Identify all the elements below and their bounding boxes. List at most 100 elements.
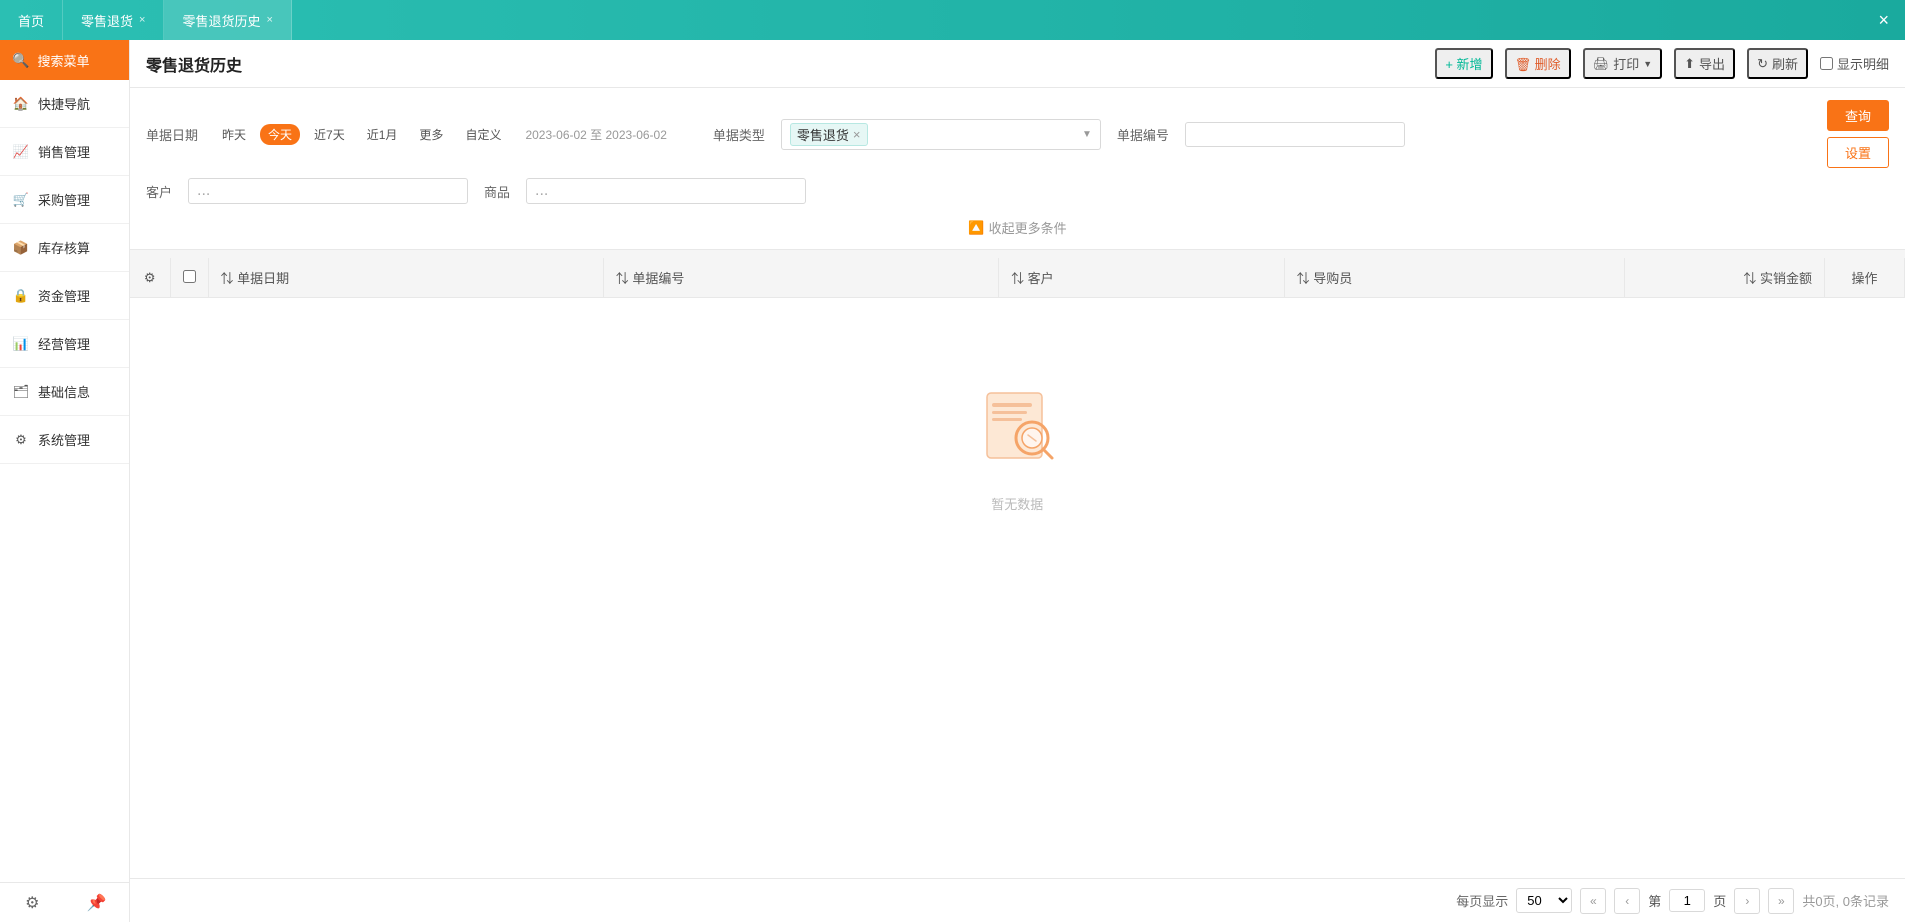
show-detail-input[interactable]: [1820, 57, 1833, 70]
collapse-label: 收起更多条件: [989, 218, 1067, 237]
pagination-bar: 每页显示 10 20 50 100 « ‹ 第 页 › » 共0页, 0条记录: [130, 878, 1905, 922]
search-icon: 🔍: [12, 52, 29, 69]
date-more[interactable]: 更多: [411, 124, 451, 145]
empty-state-cell: 暂无数据: [130, 298, 1905, 594]
goods-input[interactable]: ...: [526, 178, 806, 204]
select-all-checkbox[interactable]: [183, 270, 196, 283]
print-arrow: ▼: [1643, 59, 1652, 69]
page-next-button[interactable]: ›: [1734, 888, 1760, 914]
doc-type-arrow-icon: ▼: [1082, 129, 1092, 140]
customer-label: 客户: [146, 182, 172, 201]
per-page-label: 每页显示: [1456, 891, 1508, 910]
total-info: 共0页, 0条记录: [1802, 891, 1889, 910]
tab-retail-return[interactable]: 零售退货 ×: [63, 0, 164, 40]
export-button[interactable]: ⬆ 导出: [1674, 48, 1735, 79]
page-prev-button[interactable]: ‹: [1614, 888, 1640, 914]
sidebar-item-purchase-label: 采购管理: [38, 190, 90, 209]
sidebar-item-inventory-label: 库存核算: [38, 238, 90, 257]
page-first-button[interactable]: «: [1580, 888, 1606, 914]
tab-retail-return-history[interactable]: 零售退货历史 ×: [164, 0, 291, 40]
sidebar: 🔍 搜索菜单 🏠 快捷导航 📈 销售管理 🛒 采购管理 📦 库存核算 🔒 资金管…: [0, 40, 130, 922]
th-actions-label: 操作: [1851, 271, 1877, 286]
delete-button[interactable]: 🗑 删除: [1505, 48, 1571, 79]
new-button[interactable]: + 新增: [1435, 48, 1492, 79]
sidebar-item-system[interactable]: ⚙ 系统管理: [0, 416, 129, 464]
th-docno[interactable]: ⇅ 单据编号: [603, 258, 998, 298]
date-range-display: 2023-06-02 至 2023-06-02: [525, 126, 666, 143]
th-guide[interactable]: ⇅ 导购员: [1284, 258, 1624, 298]
th-checkbox[interactable]: [170, 258, 208, 298]
tab-home[interactable]: 首页: [0, 0, 63, 40]
filter-row-2: 客户 ... 商品 ...: [146, 178, 1889, 204]
th-customer[interactable]: ⇅ 客户: [999, 258, 1285, 298]
per-page-select[interactable]: 10 20 50 100: [1516, 888, 1572, 913]
sidebar-item-sales-label: 销售管理: [38, 142, 90, 161]
th-settings[interactable]: ⚙: [130, 258, 170, 298]
sidebar-search[interactable]: 🔍 搜索菜单: [0, 40, 129, 80]
page-header: 零售退货历史 + 新增 🗑 删除 🖨 打印 ▼ ⬆ 导出 ↻ 刷新: [130, 40, 1905, 88]
tab-retail-return-history-close[interactable]: ×: [266, 14, 272, 26]
basic-icon: 🗂: [12, 383, 30, 401]
sidebar-item-quicknav-label: 快捷导航: [38, 94, 90, 113]
settings-button[interactable]: 设置: [1827, 137, 1889, 168]
window-close-button[interactable]: ×: [1862, 0, 1905, 40]
doc-no-label: 单据编号: [1117, 125, 1169, 144]
doc-type-input[interactable]: 零售退货 × ▼: [781, 119, 1101, 150]
empty-illustration: [967, 378, 1067, 478]
th-amount[interactable]: ⇅ 实销金额: [1625, 258, 1825, 298]
date-1month[interactable]: 近1月: [359, 124, 406, 145]
tab-retail-return-label: 零售退货: [81, 11, 133, 30]
filter-area: 单据日期 昨天 今天 近7天 近1月 更多 自定义 2023-06-02 至 2…: [130, 88, 1905, 250]
sidebar-item-finance[interactable]: 🔒 资金管理: [0, 272, 129, 320]
sidebar-gear-button[interactable]: ⚙: [0, 883, 65, 922]
sidebar-item-basic[interactable]: 🗂 基础信息: [0, 368, 129, 416]
date-filter-label: 单据日期: [146, 125, 198, 144]
doc-type-tag-remove[interactable]: ×: [853, 127, 861, 142]
date-7days[interactable]: 近7天: [306, 124, 353, 145]
th-actions: 操作: [1825, 258, 1905, 298]
sidebar-pin-button[interactable]: 📌: [65, 883, 130, 922]
export-label: 导出: [1699, 54, 1725, 73]
table-header-row: ⚙ ⇅ 单据日期 ⇅ 单据编号 ⇅ 客户 ⇅ 导购员 ⇅ 实销金额 操作: [130, 258, 1905, 298]
print-icon: 🖨: [1593, 56, 1610, 72]
sidebar-item-business[interactable]: 📊 经营管理: [0, 320, 129, 368]
tab-list: 首页 零售退货 × 零售退货历史 ×: [0, 0, 1862, 40]
tab-home-label: 首页: [18, 11, 44, 30]
date-yesterday[interactable]: 昨天: [214, 124, 254, 145]
table-body: 暂无数据: [130, 298, 1905, 594]
data-table: ⚙ ⇅ 单据日期 ⇅ 单据编号 ⇅ 客户 ⇅ 导购员 ⇅ 实销金额 操作: [130, 258, 1905, 593]
print-label: 打印: [1613, 54, 1639, 73]
sidebar-item-purchase[interactable]: 🛒 采购管理: [0, 176, 129, 224]
sidebar-item-system-label: 系统管理: [38, 430, 90, 449]
sidebar-item-quicknav[interactable]: 🏠 快捷导航: [0, 80, 129, 128]
page-last-button[interactable]: »: [1768, 888, 1794, 914]
th-guide-label: ⇅ 导购员: [1297, 271, 1353, 286]
sidebar-item-basic-label: 基础信息: [38, 382, 90, 401]
refresh-button[interactable]: ↻ 刷新: [1747, 48, 1808, 79]
sidebar-item-inventory[interactable]: 📦 库存核算: [0, 224, 129, 272]
page-number-input[interactable]: [1669, 889, 1705, 912]
th-customer-label: ⇅ 客户: [1011, 271, 1054, 286]
th-date[interactable]: ⇅ 单据日期: [208, 258, 603, 298]
refresh-label: 刷新: [1772, 54, 1798, 73]
sidebar-item-sales[interactable]: 📈 销售管理: [0, 128, 129, 176]
collapse-button[interactable]: 🔼 收起更多条件: [968, 218, 1066, 237]
refresh-icon: ↻: [1757, 56, 1768, 72]
doc-no-input[interactable]: [1185, 122, 1405, 147]
inventory-icon: 📦: [12, 239, 30, 257]
header-actions: + 新增 🗑 删除 🖨 打印 ▼ ⬆ 导出 ↻ 刷新 显示明细: [1435, 48, 1889, 79]
page-text-label: 第: [1648, 891, 1661, 910]
date-custom[interactable]: 自定义: [457, 124, 509, 145]
query-button[interactable]: 查询: [1827, 100, 1889, 131]
sidebar-item-business-label: 经营管理: [38, 334, 90, 353]
goods-dots: ...: [535, 182, 548, 200]
sidebar-bottom: ⚙ 📌: [0, 882, 129, 922]
filter-row-1: 单据日期 昨天 今天 近7天 近1月 更多 自定义 2023-06-02 至 2…: [146, 100, 1889, 168]
date-today[interactable]: 今天: [260, 124, 300, 145]
empty-label: 暂无数据: [991, 494, 1043, 513]
tab-retail-return-close[interactable]: ×: [139, 14, 145, 26]
customer-input[interactable]: ...: [188, 178, 468, 204]
top-bar: 首页 零售退货 × 零售退货历史 × ×: [0, 0, 1905, 40]
show-detail-checkbox[interactable]: 显示明细: [1820, 54, 1889, 73]
print-button[interactable]: 🖨 打印 ▼: [1583, 48, 1662, 79]
